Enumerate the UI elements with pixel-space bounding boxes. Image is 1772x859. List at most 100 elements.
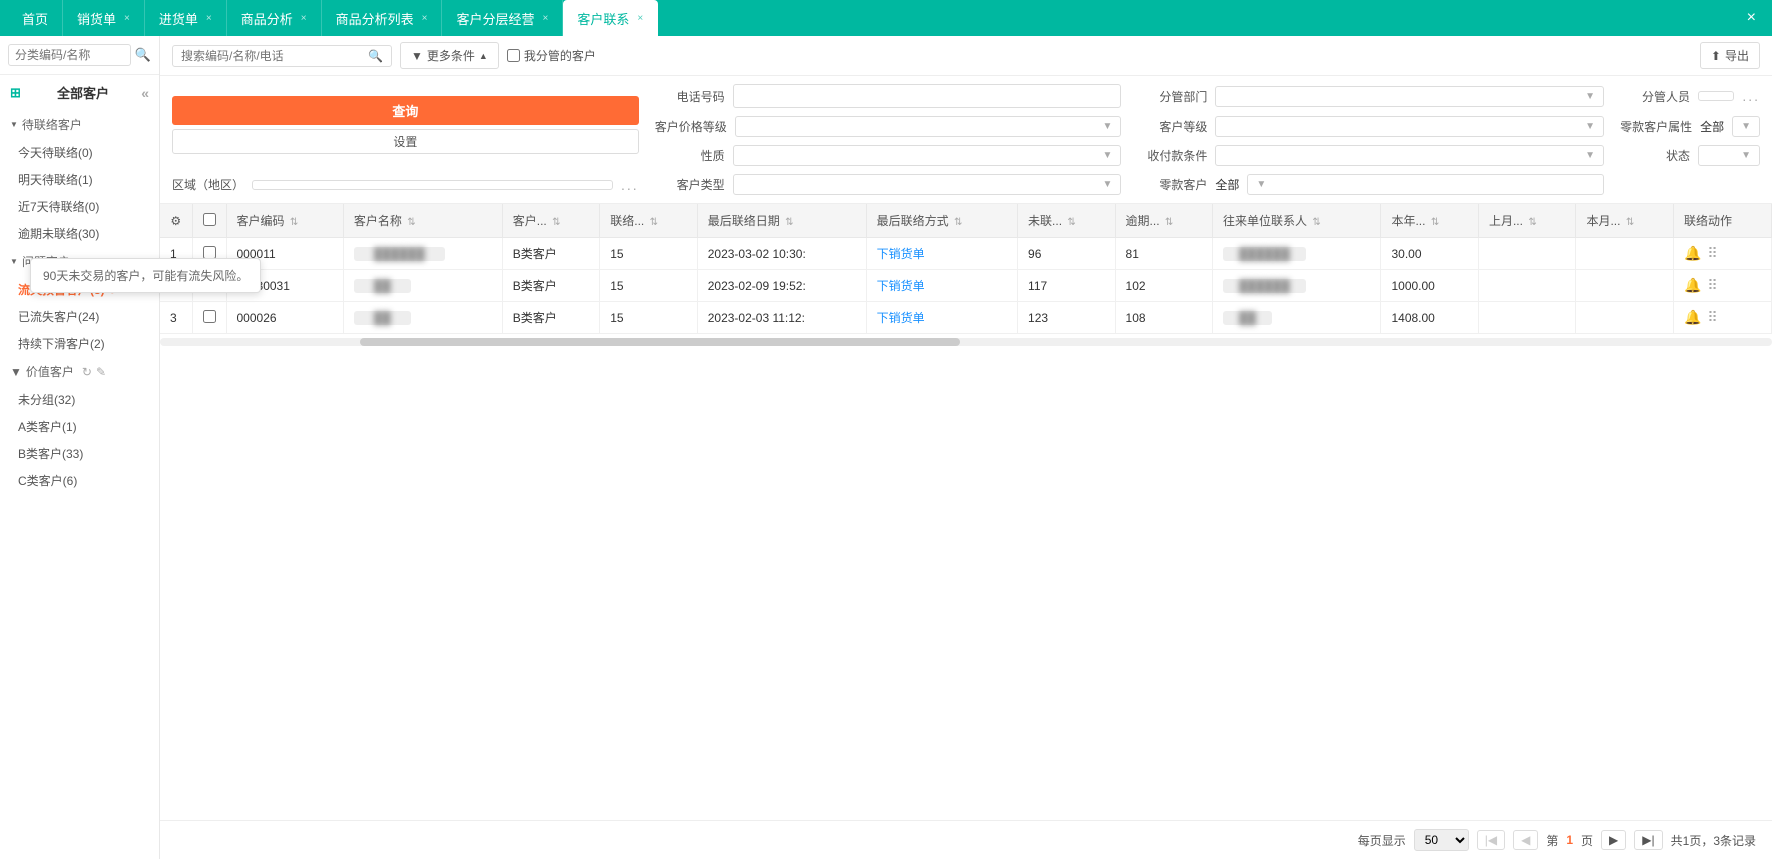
action-contact-icon[interactable]: 🔔 <box>1684 277 1701 294</box>
action-more-icon[interactable]: ⠿ <box>1707 277 1717 294</box>
cell-last-method[interactable]: 下销货单 <box>866 270 1017 302</box>
nav-customer-tier[interactable]: 客户分层经营 × <box>442 0 563 36</box>
cell-last-method[interactable]: 下销货单 <box>866 302 1017 334</box>
col-settings[interactable]: ⚙ <box>160 204 192 238</box>
zero-attr-select[interactable]: ▼ <box>1732 116 1760 137</box>
cell-contact-person: ██████ <box>1213 238 1381 270</box>
action-more-icon[interactable]: ⠿ <box>1707 245 1717 262</box>
sidebar-section-value[interactable]: ▼ 价值客户 ↻ ✎ <box>0 357 159 386</box>
more-conditions-btn[interactable]: ▼ 更多条件 ▲ <box>400 42 499 69</box>
cell-this-month <box>1576 270 1674 302</box>
close-sales-icon[interactable]: × <box>124 13 130 24</box>
all-customers-grid-icon: ⊞ <box>10 85 21 101</box>
next-page-btn[interactable]: ▶ <box>1601 830 1626 850</box>
window-close-icon[interactable]: × <box>1739 9 1764 27</box>
last-page-btn[interactable]: ▶| <box>1634 830 1662 850</box>
action-contact-icon[interactable]: 🔔 <box>1684 245 1701 262</box>
content-area: 🔍 ▼ 更多条件 ▲ 我分管的客户 ⬆ 导出 电话号码 <box>160 36 1772 859</box>
phone-input[interactable] <box>733 84 1122 108</box>
col-last-date[interactable]: 最后联络日期 ⇅ <box>697 204 866 238</box>
value-refresh-icon[interactable]: ↻ <box>82 365 92 379</box>
sidebar-item-a-class[interactable]: A类客户(1) <box>0 413 159 440</box>
gender-select[interactable]: ▼ <box>733 145 1122 166</box>
total-label: 共1页，3条记录 <box>1671 832 1756 849</box>
sidebar-search-input[interactable] <box>8 44 131 66</box>
sidebar-item-7days[interactable]: 近7天待联络(0) <box>0 193 159 220</box>
nav-customer-contact[interactable]: 客户联系 × <box>563 0 658 36</box>
nav-product-analysis[interactable]: 商品分析 × <box>227 0 322 36</box>
nav-product-list[interactable]: 商品分析列表 × <box>322 0 443 36</box>
col-last-method-label: 最后联络方式 <box>877 214 949 228</box>
zero-customer-select[interactable]: ▼ <box>1247 174 1604 195</box>
customer-level-select[interactable]: ▼ <box>1215 116 1604 137</box>
close-product-analysis-icon[interactable]: × <box>301 13 307 24</box>
my-customers-checkbox[interactable] <box>507 49 520 62</box>
scrollbar-thumb[interactable] <box>360 338 960 346</box>
customer-type-label: 客户类型 <box>655 176 725 193</box>
customer-type-select[interactable]: ▼ <box>733 174 1122 195</box>
sidebar-item-c-class[interactable]: C类客户(6) <box>0 467 159 494</box>
payment-arrow-icon: ▼ <box>1585 150 1595 161</box>
close-product-list-icon[interactable]: × <box>422 13 428 24</box>
cell-checkbox[interactable] <box>192 302 226 334</box>
export-btn[interactable]: ⬆ 导出 <box>1700 42 1760 69</box>
horizontal-scrollbar[interactable] <box>160 338 1772 346</box>
col-this-month[interactable]: 本月... ⇅ <box>1576 204 1674 238</box>
action-contact-icon[interactable]: 🔔 <box>1684 309 1701 326</box>
sidebar-item-tomorrow[interactable]: 明天待联络(1) <box>0 166 159 193</box>
payment-select[interactable]: ▼ <box>1215 145 1604 166</box>
area-dots[interactable]: ... <box>621 177 639 193</box>
col-this-year[interactable]: 本年... ⇅ <box>1381 204 1479 238</box>
col-contact-person[interactable]: 往来单位联系人 ⇅ <box>1213 204 1381 238</box>
col-type[interactable]: 客户... ⇅ <box>502 204 600 238</box>
sidebar-item-churned[interactable]: 已流失客户(24) <box>0 303 159 330</box>
status-select[interactable]: ▼ <box>1698 145 1760 166</box>
settings-btn[interactable]: 设置 <box>172 129 639 154</box>
nav-home[interactable]: 首页 <box>8 0 63 36</box>
triangle-icon-value: ▼ <box>10 365 22 379</box>
col-last-method[interactable]: 最后联络方式 ⇅ <box>866 204 1017 238</box>
phone-label: 电话号码 <box>655 88 725 105</box>
area-select[interactable] <box>252 180 613 190</box>
close-customer-contact-icon[interactable]: × <box>637 13 643 24</box>
close-customer-tier-icon[interactable]: × <box>542 13 548 24</box>
cell-contact: 15 <box>600 302 698 334</box>
b-class-label: B类客户(33) <box>18 445 83 462</box>
sidebar-collapse-icon[interactable]: « <box>141 85 149 101</box>
sidebar-item-ungroup[interactable]: 未分组(32) <box>0 386 159 413</box>
close-purchase-icon[interactable]: × <box>206 13 212 24</box>
sidebar-item-overdue[interactable]: 逾期未联络(30) <box>0 220 159 247</box>
col-code[interactable]: 客户编码 ⇅ <box>226 204 343 238</box>
dept-select[interactable]: ▼ <box>1215 86 1604 107</box>
action-more-icon[interactable]: ⠿ <box>1707 309 1717 326</box>
sidebar-item-today[interactable]: 今天待联络(0) <box>0 139 159 166</box>
filter-customer-type: 客户类型 ▼ <box>655 174 1122 195</box>
col-name[interactable]: 客户名称 ⇅ <box>343 204 502 238</box>
cell-last-method[interactable]: 下销货单 <box>866 238 1017 270</box>
sidebar-all-customers[interactable]: ⊞ 全部客户 « <box>0 75 159 110</box>
col-last-month[interactable]: 上月... ⇅ <box>1478 204 1576 238</box>
value-edit-icon[interactable]: ✎ <box>96 365 106 379</box>
first-page-btn[interactable]: |◀ <box>1477 830 1505 850</box>
sidebar-section-pending[interactable]: ▼ 待联络客户 <box>0 110 159 139</box>
manager-select[interactable] <box>1698 91 1734 101</box>
nav-purchase[interactable]: 进货单 × <box>145 0 227 36</box>
col-uncontacted[interactable]: 未联... ⇅ <box>1018 204 1116 238</box>
sidebar-item-declining[interactable]: 持续下滑客户(2) <box>0 330 159 357</box>
col-contact[interactable]: 联络... ⇅ <box>600 204 698 238</box>
price-level-select[interactable]: ▼ <box>735 116 1122 137</box>
row-checkbox[interactable] <box>203 246 216 259</box>
sidebar-item-b-class[interactable]: B类客户(33) <box>0 440 159 467</box>
filter-area: 区域（地区） ... <box>172 176 639 193</box>
nav-sales[interactable]: 销货单 × <box>63 0 145 36</box>
row-checkbox[interactable] <box>203 310 216 323</box>
prev-page-btn[interactable]: ◀ <box>1513 830 1538 850</box>
col-overdue[interactable]: 逾期... ⇅ <box>1115 204 1213 238</box>
manager-dots[interactable]: ... <box>1742 88 1760 104</box>
filter-status: 状态 ▼ <box>1620 145 1760 166</box>
search-input[interactable] <box>181 49 362 63</box>
query-btn[interactable]: 查询 <box>172 96 639 125</box>
churn-tooltip-text: 90天未交易的客户，可能有流失风险。 <box>43 269 160 283</box>
per-page-select[interactable]: 50 20 100 <box>1414 829 1469 851</box>
select-all-checkbox[interactable] <box>203 213 216 226</box>
